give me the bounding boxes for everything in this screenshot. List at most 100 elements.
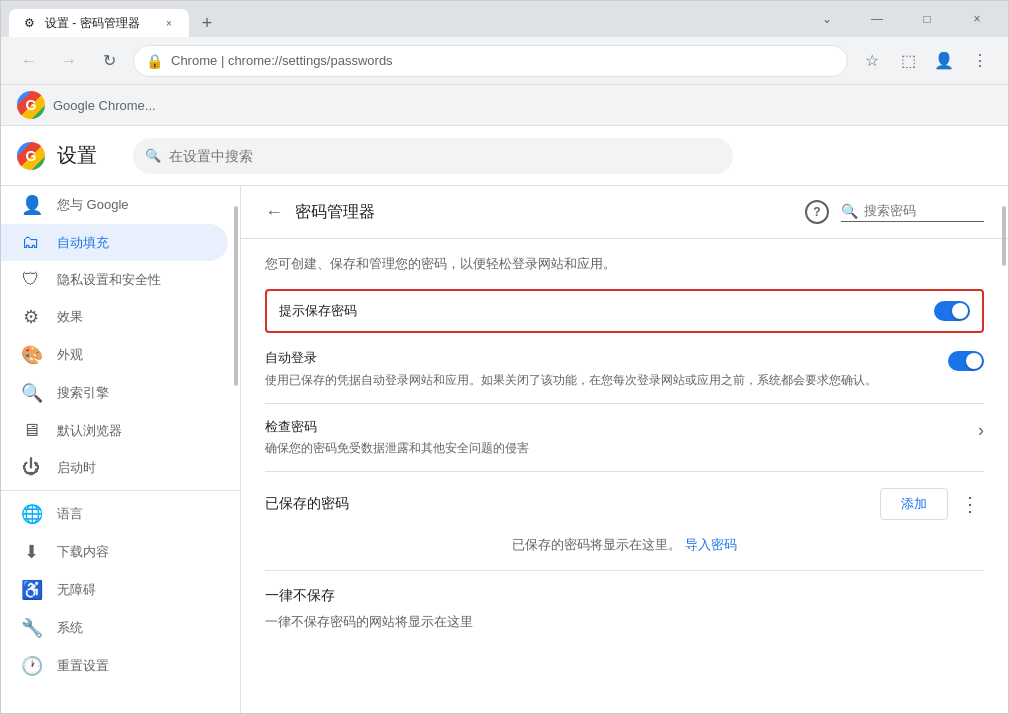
sidebar-item-startup[interactable]: ⏻ 启动时 [1,449,228,486]
sidebar-label-downloads: 下载内容 [57,543,109,561]
check-passwords-info: 检查密码 确保您的密码免受数据泄露和其他安全问题的侵害 [265,418,978,457]
search-icon: 🔍 [145,148,161,163]
search-engine-icon: 🔍 [21,382,41,404]
main-content-area: ← 密码管理器 ? 🔍 您可创建、保存和管理您的密码，以便轻松登录网站和应用。 [241,186,1008,713]
sidebar-item-search[interactable]: 🔍 搜索引擎 [1,374,228,412]
auto-signin-toggle[interactable] [948,351,984,371]
offer-save-label: 提示保存密码 [279,302,934,320]
check-passwords-label: 检查密码 [265,418,978,436]
sidebar-item-privacy[interactable]: 🛡 隐私设置和安全性 [1,261,228,298]
download-icon: ⬇ [21,541,41,563]
toggle-thumb-2 [966,353,982,369]
sidebar-divider [1,490,240,491]
restore-button[interactable]: — [854,5,900,33]
settings-logo: G [17,142,45,170]
tab-close-button[interactable]: × [161,15,177,31]
sidebar: 👤 您与 Google 🗂 自动填充 🛡 隐私设置和安全性 ⚙ 效果 🎨 [1,186,241,713]
sidebar-label-autofill: 自动填充 [57,234,109,252]
back-button[interactable]: ← [13,45,45,77]
settings-search-input[interactable] [169,148,721,164]
sidebar-label-browser: 默认浏览器 [57,422,122,440]
content-body: 您可创建、保存和管理您的密码，以便轻松登录网站和应用。 提示保存密码 自动登录 … [241,239,1008,647]
auto-signin-info: 自动登录 使用已保存的凭据自动登录网站和应用。如果关闭了该功能，在您每次登录网站… [265,349,932,389]
description: 您可创建、保存和管理您的密码，以便轻松登录网站和应用。 [265,255,984,273]
tab-title: 设置 - 密码管理器 [45,15,153,32]
active-tab[interactable]: ⚙ 设置 - 密码管理器 × [9,9,189,37]
sidebar-item-downloads[interactable]: ⬇ 下载内容 [1,533,228,571]
sidebar-label-reset: 重置设置 [57,657,109,675]
search-passwords-container: 🔍 [841,203,984,222]
new-tab-button[interactable]: + [193,9,221,37]
account-button[interactable]: 👤 [928,45,960,77]
saved-passwords-title: 已保存的密码 [265,495,880,513]
auto-signin-desc: 使用已保存的凭据自动登录网站和应用。如果关闭了该功能，在您每次登录网站或应用之前… [265,371,932,389]
sidebar-item-google[interactable]: 👤 您与 Google [1,186,228,224]
sidebar-item-reset[interactable]: 🕐 重置设置 [1,647,228,685]
address-text: Chrome | chrome://settings/passwords [171,53,835,68]
check-passwords-desc: 确保您的密码免受数据泄露和其他安全问题的侵害 [265,440,978,457]
address-separator: | [221,53,228,68]
sidebar-item-browser[interactable]: 🖥 默认浏览器 [1,412,228,449]
maximize-button[interactable]: □ [904,5,950,33]
sidebar-label-accessibility: 无障碍 [57,581,96,599]
more-options-button[interactable]: ⋮ [956,488,984,520]
window-controls: ⌄ — □ × [804,5,1000,33]
check-passwords-arrow[interactable]: › [978,420,984,441]
settings-search-box[interactable]: 🔍 [133,138,733,174]
main-scrollbar-thumb [1002,206,1006,266]
offer-save-toggle[interactable] [934,301,970,321]
saved-passwords-header: 已保存的密码 添加 ⋮ [265,472,984,528]
toolbar-actions: ☆ ⬚ 👤 ⋮ [856,45,996,77]
sidebar-label-effects: 效果 [57,308,83,326]
sidebar-item-autofill[interactable]: 🗂 自动填充 [1,224,228,261]
offer-save-row: 提示保存密码 [265,289,984,333]
help-button[interactable]: ? [805,200,829,224]
sidebar-item-appearance[interactable]: 🎨 外观 [1,336,228,374]
address-icon: 🔒 [146,53,163,69]
sidebar-label-startup: 启动时 [57,459,96,477]
never-save-title: 一律不保存 [265,587,984,605]
effects-icon: ⚙ [21,306,41,328]
page-title: 密码管理器 [295,202,805,223]
sidebar-item-effects[interactable]: ⚙ 效果 [1,298,228,336]
settings-header: G 设置 🔍 [1,126,1008,186]
forward-button[interactable]: → [53,45,85,77]
body-row: 👤 您与 Google 🗂 自动填充 🛡 隐私设置和安全性 ⚙ 效果 🎨 [1,186,1008,713]
search-passwords-icon: 🔍 [841,203,858,219]
sidebar-label-search: 搜索引擎 [57,384,109,402]
address-bar[interactable]: 🔒 Chrome | chrome://settings/passwords [133,45,848,77]
import-passwords-link[interactable]: 导入密码 [685,537,737,552]
title-bar: ⚙ 设置 - 密码管理器 × + ⌄ — □ × [1,1,1008,37]
minimize-button[interactable]: ⌄ [804,5,850,33]
profile-button[interactable]: ⬚ [892,45,924,77]
settings-title: 设置 [57,142,97,169]
user-icon: 👤 [21,194,41,216]
menu-button[interactable]: ⋮ [964,45,996,77]
check-passwords-row[interactable]: 检查密码 确保您的密码免受数据泄露和其他安全问题的侵害 › [265,404,984,472]
empty-passwords-message: 已保存的密码将显示在这里。 导入密码 [265,528,984,562]
tab-favicon: ⚙ [21,15,37,31]
sidebar-label-privacy: 隐私设置和安全性 [57,271,161,289]
sidebar-item-language[interactable]: 🌐 语言 [1,495,228,533]
chrome-bar: G Google Chrome... [1,85,1008,126]
back-button[interactable]: ← [265,202,283,223]
sidebar-label-language: 语言 [57,505,83,523]
reload-button[interactable]: ↻ [93,45,125,77]
add-password-button[interactable]: 添加 [880,488,948,520]
address-brand: Chrome [171,53,217,68]
sidebar-item-system[interactable]: 🔧 系统 [1,609,228,647]
autofill-icon: 🗂 [21,232,41,253]
auto-signin-label: 自动登录 [265,349,932,367]
never-save-desc: 一律不保存密码的网站将显示在这里 [265,613,984,631]
sidebar-item-accessibility[interactable]: ♿ 无障碍 [1,571,228,609]
browser-toolbar: ← → ↻ 🔒 Chrome | chrome://settings/passw… [1,37,1008,85]
bookmark-button[interactable]: ☆ [856,45,888,77]
reset-icon: 🕐 [21,655,41,677]
search-passwords-input[interactable] [864,203,984,218]
close-button[interactable]: × [954,5,1000,33]
auto-signin-row: 自动登录 使用已保存的凭据自动登录网站和应用。如果关闭了该功能，在您每次登录网站… [265,335,984,404]
toggle-thumb [952,303,968,319]
google-logo: G [17,91,45,119]
tab-area: ⚙ 设置 - 密码管理器 × + [9,1,804,37]
system-icon: 🔧 [21,617,41,639]
